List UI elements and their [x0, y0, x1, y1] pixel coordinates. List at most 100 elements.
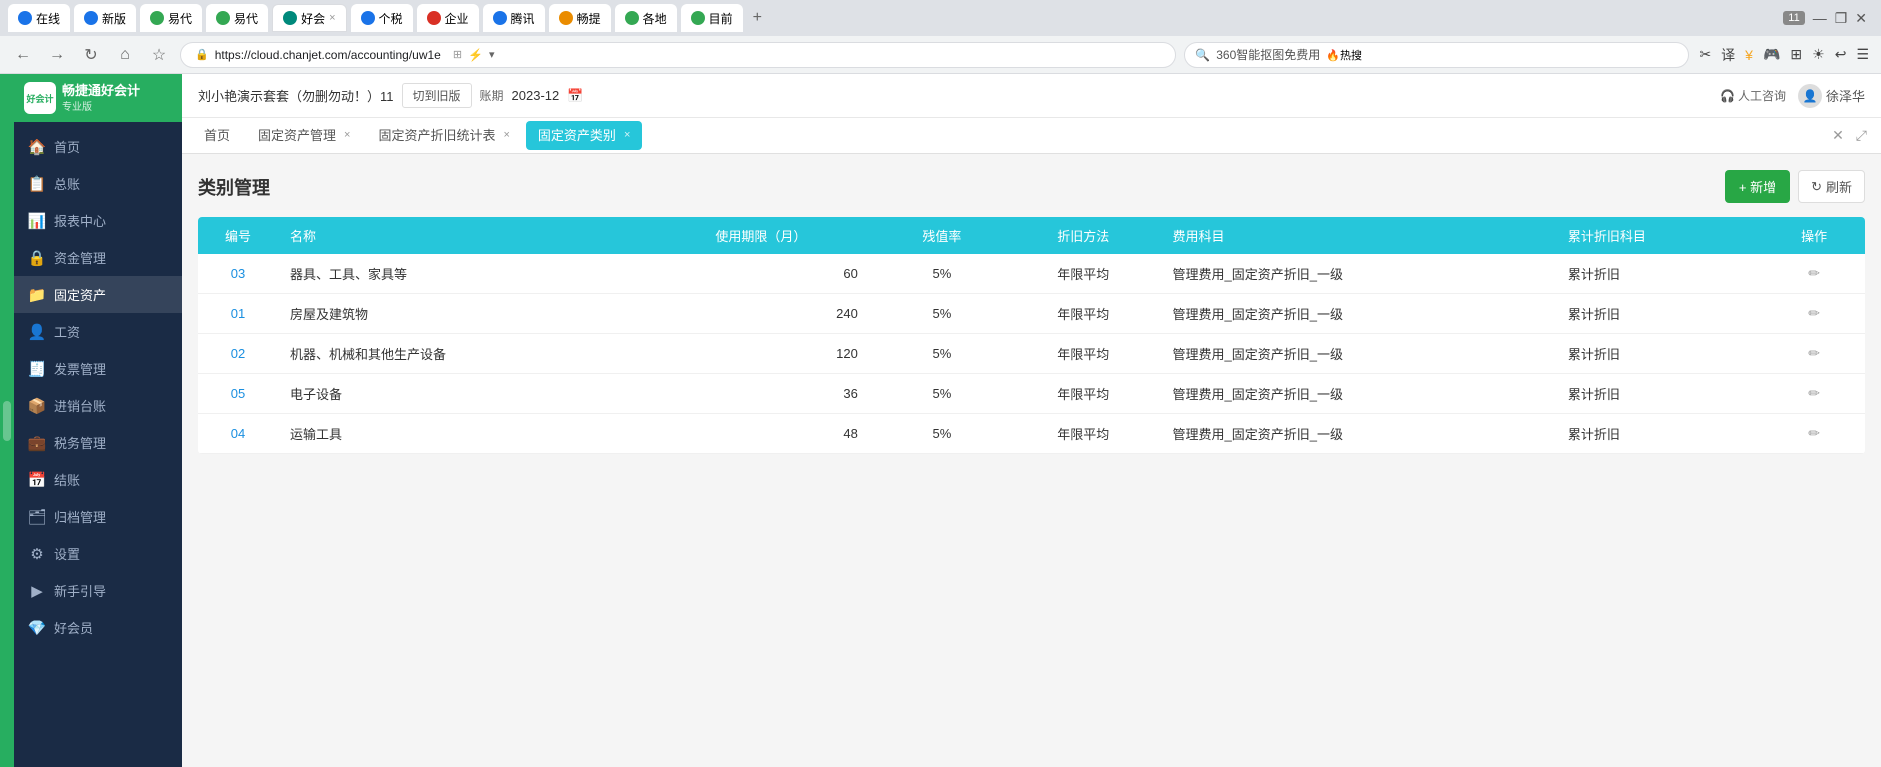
tab-icon-1: [84, 11, 98, 25]
cell-residual-3: 5%: [878, 374, 1006, 414]
browser-tab-7[interactable]: 腾讯: [483, 4, 545, 32]
sidebar-item-reports[interactable]: 📊 报表中心: [14, 202, 182, 239]
page-tab-fixed-mgmt[interactable]: 固定资产管理 ×: [246, 119, 362, 152]
sidebar-item-funds[interactable]: 🔒 资金管理: [14, 239, 182, 276]
page-title-row: 类别管理 + 新增 ↻ 刷新: [198, 170, 1865, 203]
support-link[interactable]: 🎧 人工咨询: [1720, 87, 1786, 104]
sidebar-item-ledger[interactable]: 📋 总账: [14, 165, 182, 202]
refresh-button[interactable]: ↻ 刷新: [1798, 170, 1865, 203]
browser-tab-6[interactable]: 企业: [417, 4, 479, 32]
sidebar-label-purchase: 进销台账: [54, 396, 106, 415]
cell-method-0: 年限平均: [1006, 254, 1161, 294]
th-accum: 累计折旧科目: [1556, 217, 1763, 254]
tab-icon-8: [559, 11, 573, 25]
cell-period-4: 48: [644, 414, 878, 454]
sidebar-item-closing[interactable]: 📅 结账: [14, 461, 182, 498]
grid-btn[interactable]: ⊞: [1788, 44, 1804, 65]
sidebar-label-invoice: 发票管理: [54, 359, 106, 378]
sidebar-item-invoice[interactable]: 🧾 发票管理: [14, 350, 182, 387]
back-button[interactable]: ←: [10, 42, 36, 68]
brightness-btn[interactable]: ☀: [1810, 44, 1827, 65]
page-body: 类别管理 + 新增 ↻ 刷新 编号 名称 使用期限（月） 残值率: [182, 154, 1881, 767]
user-area: 👤 徐泽华: [1798, 84, 1865, 108]
browser-close[interactable]: ✕: [1855, 10, 1867, 27]
sidebar-item-payroll[interactable]: 👤 工资: [14, 313, 182, 350]
bookmark-button[interactable]: ☆: [146, 42, 172, 68]
cell-code-0: 03: [198, 254, 278, 294]
tab-close-4[interactable]: ×: [329, 12, 335, 24]
lightning-icon: ⚡: [468, 48, 483, 62]
undo-btn[interactable]: ↩: [1833, 44, 1849, 65]
add-button[interactable]: + 新增: [1725, 170, 1790, 203]
tax-icon: 💼: [28, 434, 46, 452]
cell-code-4: 04: [198, 414, 278, 454]
tab-label-2: 易代: [168, 10, 192, 27]
sidebar-item-archive[interactable]: 🗂 归档管理: [14, 498, 182, 535]
cell-method-2: 年限平均: [1006, 334, 1161, 374]
table-header-row: 编号 名称 使用期限（月） 残值率 折旧方法 费用科目 累计折旧科目 操作: [198, 217, 1865, 254]
payroll-icon: 👤: [28, 323, 46, 341]
home-button[interactable]: ⌂: [112, 42, 138, 68]
sidebar-label-settings: 设置: [54, 544, 80, 563]
switch-version-button[interactable]: 切到旧版: [402, 83, 472, 108]
sidebar-label-ledger: 总账: [54, 174, 80, 193]
sidebar-item-guide[interactable]: ▶ 新手引导: [14, 572, 182, 609]
scissors-btn[interactable]: ✂: [1697, 44, 1713, 65]
edit-button-0[interactable]: ✏: [1808, 265, 1820, 281]
page-tab-home[interactable]: 首页: [192, 119, 242, 152]
sidebar-item-fixed-assets[interactable]: 📁 固定资产: [14, 276, 182, 313]
reports-icon: 📊: [28, 212, 46, 230]
browser-tab-8[interactable]: 畅提: [549, 4, 611, 32]
page-tab-category-close[interactable]: ×: [624, 129, 630, 141]
sidebar-label-fixed-assets: 固定资产: [54, 285, 106, 304]
edit-button-4[interactable]: ✏: [1808, 425, 1820, 441]
tab-expand-btn[interactable]: ⤢: [1852, 125, 1871, 146]
search-bar[interactable]: 🔍 360智能抠图免费用 🔥热搜: [1184, 42, 1689, 68]
tab-icon-3: [216, 11, 230, 25]
page-tab-fixed-mgmt-close[interactable]: ×: [344, 129, 350, 141]
translate-btn[interactable]: 译: [1719, 43, 1737, 67]
browser-tab-1[interactable]: 新版: [74, 4, 136, 32]
browser-tab-9[interactable]: 各地: [615, 4, 677, 32]
sidebar-item-settings[interactable]: ⚙ 设置: [14, 535, 182, 572]
dropdown-icon: ▾: [489, 48, 495, 61]
forward-button[interactable]: →: [44, 42, 70, 68]
page-tab-depreciation-close[interactable]: ×: [503, 129, 509, 141]
browser-minimize[interactable]: —: [1813, 10, 1827, 26]
cell-code-2: 02: [198, 334, 278, 374]
browser-tab-0[interactable]: 在线: [8, 4, 70, 32]
browser-restore[interactable]: ❐: [1835, 10, 1848, 27]
url-bar[interactable]: 🔒 https://cloud.chanjet.com/accounting/u…: [180, 42, 1176, 68]
guide-icon: ▶: [28, 582, 46, 600]
browser-tab-2[interactable]: 易代: [140, 4, 202, 32]
calendar-icon[interactable]: 📅: [567, 88, 583, 104]
menu-btn[interactable]: ☰: [1854, 44, 1871, 65]
category-table: 编号 名称 使用期限（月） 残值率 折旧方法 费用科目 累计折旧科目 操作 03…: [198, 217, 1865, 454]
browser-tab-4[interactable]: 好会 ×: [272, 4, 346, 32]
new-tab-button[interactable]: +: [747, 5, 768, 31]
browser-tab-3[interactable]: 易代: [206, 4, 268, 32]
edit-button-1[interactable]: ✏: [1808, 305, 1820, 321]
page-actions: + 新增 ↻ 刷新: [1725, 170, 1865, 203]
sidebar-item-home[interactable]: 🏠 首页: [14, 128, 182, 165]
game-btn[interactable]: 🎮: [1761, 44, 1782, 65]
reload-button[interactable]: ↻: [78, 42, 104, 68]
page-tab-fixed-mgmt-label: 固定资产管理: [258, 125, 336, 144]
edit-button-3[interactable]: ✏: [1808, 385, 1820, 401]
cell-expense-1: 管理费用_固定资产折旧_一级: [1160, 294, 1555, 334]
sidebar-item-purchase[interactable]: 📦 进销台账: [14, 387, 182, 424]
page-tab-category[interactable]: 固定资产类别 ×: [526, 121, 642, 150]
sidebar-item-member[interactable]: 💎 好会员: [14, 609, 182, 646]
wallet-btn[interactable]: ¥: [1743, 45, 1755, 65]
brand-sub: 专业版: [62, 98, 140, 113]
app-header: 刘小艳演示套套（勿删勿动！）11 切到旧版 账期 2023-12 📅 🎧 人工咨…: [182, 74, 1881, 118]
edit-button-2[interactable]: ✏: [1808, 345, 1820, 361]
page-tab-depreciation-label: 固定资产折旧统计表: [378, 125, 495, 144]
tab-label-8: 畅提: [577, 10, 601, 27]
browser-tab-10[interactable]: 目前: [681, 4, 743, 32]
th-op: 操作: [1763, 217, 1865, 254]
sidebar-item-tax[interactable]: 💼 税务管理: [14, 424, 182, 461]
page-tab-depreciation[interactable]: 固定资产折旧统计表 ×: [366, 119, 521, 152]
tab-close-btn[interactable]: ✕: [1828, 125, 1848, 146]
browser-tab-5[interactable]: 个税: [351, 4, 413, 32]
